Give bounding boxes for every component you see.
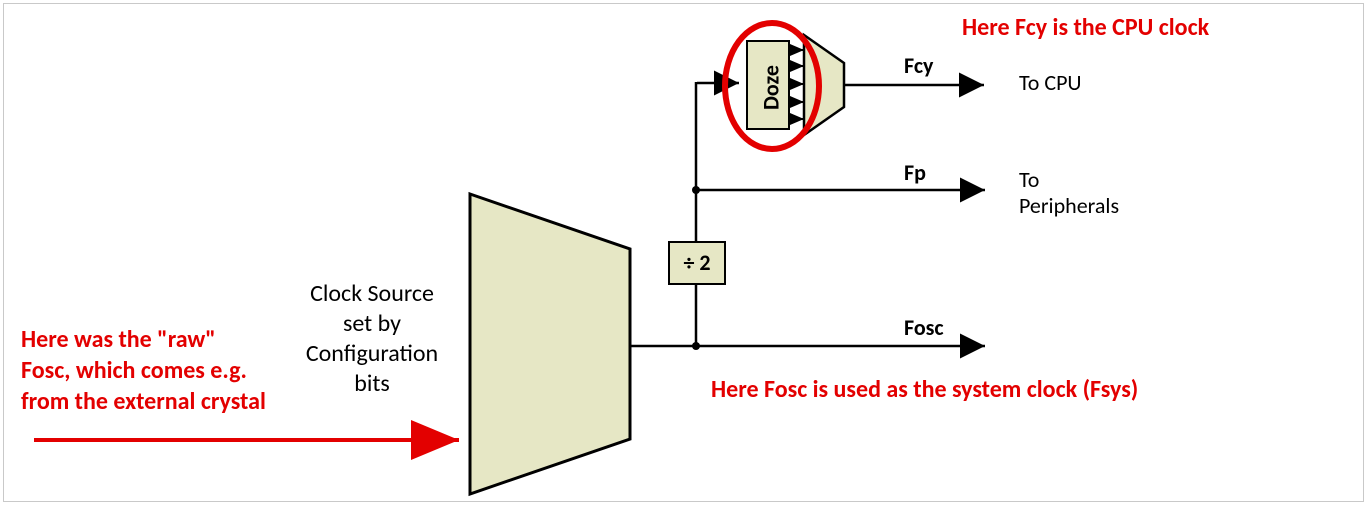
annotation-left-arrow xyxy=(34,432,474,456)
fcy-dest: To CPU xyxy=(1019,70,1082,96)
fp-dest-line1: To xyxy=(1019,166,1039,193)
annotation-top-right: Here Fcy is the CPU clock xyxy=(962,12,1209,43)
annotation-left-line2: Fosc, which comes e.g. xyxy=(21,356,247,385)
fcy-line xyxy=(844,80,999,100)
clock-source-block xyxy=(470,194,635,494)
junction-dot-fp xyxy=(691,185,703,197)
annotation-left-line3: from the external crystal xyxy=(21,387,266,416)
fosc-label: Fosc xyxy=(904,314,944,341)
clock-source-line2: set by xyxy=(343,309,401,338)
annotation-left-line1: Here was the "raw" xyxy=(21,325,216,354)
clock-source-label: Clock Source set by Configuration bits xyxy=(282,279,462,399)
fcy-label: Fcy xyxy=(904,52,933,79)
junction-dot-fosc xyxy=(691,341,703,353)
annotation-left: Here was the "raw" Fosc, which comes e.g… xyxy=(21,324,266,418)
divide-by-2-label: ÷ 2 xyxy=(683,249,710,276)
fp-line xyxy=(697,185,997,205)
annotation-bottom: Here Fosc is used as the system clock (F… xyxy=(711,374,1138,405)
divide-by-2-block: ÷ 2 xyxy=(668,241,726,285)
fosc-line xyxy=(630,341,1000,361)
fp-dest-line2: Peripherals xyxy=(1019,192,1119,219)
clock-source-line3: Configuration xyxy=(306,339,438,368)
fp-label: Fp xyxy=(904,159,926,186)
clock-source-line4: bits xyxy=(354,369,390,398)
doze-highlight-ellipse xyxy=(717,18,827,158)
clock-source-line1: Clock Source xyxy=(310,279,434,308)
fp-dest: To Peripherals xyxy=(1019,167,1119,220)
vertical-split-line xyxy=(692,82,702,350)
